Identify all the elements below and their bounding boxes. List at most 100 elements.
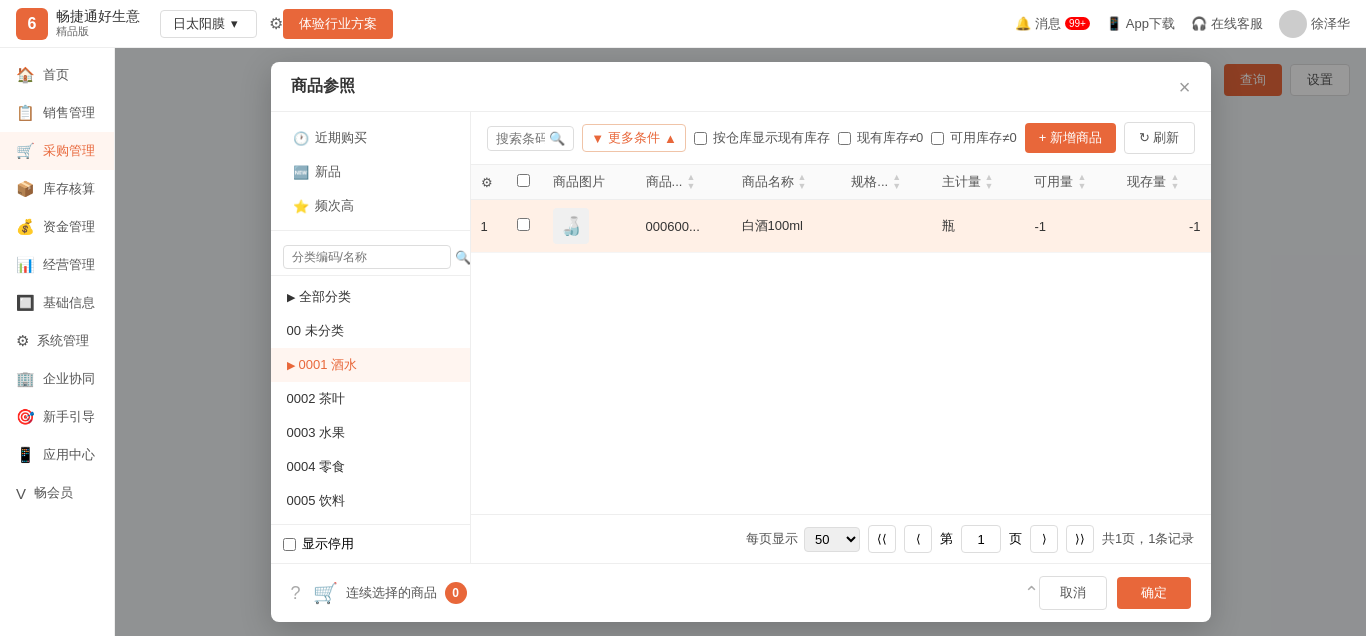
- th-name[interactable]: 商品名称 ▲▼: [732, 165, 842, 200]
- row-checkbox[interactable]: [517, 218, 530, 231]
- show-disabled-area: 显示停用: [271, 524, 470, 563]
- tab-new-label: 新品: [315, 163, 341, 181]
- category-search-input[interactable]: [283, 245, 451, 269]
- th-available[interactable]: 可用量 ▲▼: [1024, 165, 1117, 200]
- user-profile-nav-item[interactable]: 徐泽华: [1279, 10, 1350, 38]
- close-button[interactable]: ×: [1179, 77, 1191, 97]
- tab-frequent[interactable]: ⭐ 频次高: [283, 190, 458, 222]
- sidebar-item-basic-label: 基础信息: [43, 294, 95, 312]
- usable-not-zero-label: 可用库存≠0: [950, 129, 1016, 147]
- available-not-zero-label: 现有库存≠0: [857, 129, 923, 147]
- collapse-icon[interactable]: ⌃: [1024, 582, 1039, 604]
- show-disabled-checkbox[interactable]: [283, 538, 296, 551]
- row-checkbox-cell[interactable]: [507, 200, 543, 253]
- filter-label: 更多条件: [608, 129, 660, 147]
- cat-0003[interactable]: 0003 水果: [271, 416, 470, 450]
- th-code[interactable]: 商品... ▲▼: [636, 165, 732, 200]
- product-table: ⚙ 商品图片 商品... ▲▼: [471, 165, 1211, 253]
- left-divider: [271, 230, 470, 231]
- available-not-zero-filter[interactable]: 现有库存≠0: [838, 129, 923, 147]
- cat-all[interactable]: ▶ 全部分类: [271, 280, 470, 314]
- trial-button[interactable]: 体验行业方案: [283, 9, 393, 39]
- app-download-nav-item[interactable]: 📱 App下载: [1106, 15, 1175, 33]
- sort-arrows-name: ▲▼: [798, 173, 807, 191]
- cat-0002-label: 0002 茶叶: [287, 390, 346, 408]
- by-warehouse-checkbox[interactable]: [694, 132, 707, 145]
- th-unit[interactable]: 主计量 ▲▼: [932, 165, 1025, 200]
- settings-icon[interactable]: ⚙: [269, 14, 283, 33]
- cat-00[interactable]: 00 未分类: [271, 314, 470, 348]
- sidebar-item-finance-label: 资金管理: [43, 218, 95, 236]
- th-available-label: 可用量: [1034, 173, 1073, 191]
- sidebar-item-appcenter[interactable]: 📱 应用中心: [0, 436, 114, 474]
- th-spec[interactable]: 规格... ▲▼: [841, 165, 931, 200]
- by-warehouse-filter[interactable]: 按仓库显示现有库存: [694, 129, 830, 147]
- sidebar-item-inventory[interactable]: 📦 库存核算: [0, 170, 114, 208]
- category-search-icon[interactable]: 🔍: [455, 250, 471, 265]
- purchase-icon: 🛒: [16, 142, 35, 160]
- enterprise-icon: 🏢: [16, 370, 35, 388]
- modal-footer: ? 🛒 连续选择的商品 0 ⌃ 取消 确定: [271, 563, 1211, 622]
- refresh-button[interactable]: ↻ 刷新: [1124, 122, 1195, 154]
- sidebar-item-basic[interactable]: 🔲 基础信息: [0, 284, 114, 322]
- prev-page-button[interactable]: ⟨: [904, 525, 932, 553]
- th-spec-label: 规格...: [851, 173, 888, 191]
- product-search-icon[interactable]: 🔍: [549, 131, 565, 146]
- cat-0001-label: 0001 酒水: [299, 356, 358, 374]
- per-page-select[interactable]: 10 20 50 100: [804, 527, 860, 552]
- tab-recent[interactable]: 🕐 近期购买: [283, 122, 458, 154]
- select-all-checkbox[interactable]: [517, 174, 530, 187]
- branch-label: 日太阳膜: [173, 15, 225, 33]
- confirm-button[interactable]: 确定: [1117, 577, 1191, 609]
- help-icon[interactable]: ?: [291, 583, 301, 604]
- next-page-button[interactable]: ⟩: [1030, 525, 1058, 553]
- sidebar-item-home[interactable]: 🏠 首页: [0, 56, 114, 94]
- appcenter-icon: 📱: [16, 446, 35, 464]
- more-filter-button[interactable]: ▼ 更多条件 ▲: [582, 124, 686, 152]
- cat-0003-label: 0003 水果: [287, 424, 346, 442]
- sidebar-item-guide[interactable]: 🎯 新手引导: [0, 398, 114, 436]
- chevron-down-icon: ▾: [231, 16, 238, 31]
- cat-0001[interactable]: ▶ 0001 酒水: [271, 348, 470, 382]
- th-stock[interactable]: 现存量 ▲▼: [1117, 165, 1210, 200]
- product-search-input[interactable]: [496, 131, 546, 146]
- page-input[interactable]: [961, 525, 1001, 553]
- available-not-zero-checkbox[interactable]: [838, 132, 851, 145]
- expand-icon: ▶: [287, 291, 295, 304]
- sidebar-item-sales[interactable]: 📋 销售管理: [0, 94, 114, 132]
- table-row[interactable]: 1 🍶 000600... 白酒100ml 瓶: [471, 200, 1211, 253]
- row-name-cell: 白酒100ml: [732, 200, 842, 253]
- tab-recent-label: 近期购买: [315, 129, 367, 147]
- pagination-bar: 每页显示 10 20 50 100 ⟨⟨ ⟨ 第: [471, 514, 1211, 563]
- sidebar-item-system[interactable]: ⚙ 系统管理: [0, 322, 114, 360]
- sidebar-item-member[interactable]: V 畅会员: [0, 474, 114, 512]
- cart-count: 0: [445, 582, 467, 604]
- messages-nav-item[interactable]: 🔔 消息 99+: [1015, 15, 1090, 33]
- th-image: 商品图片: [543, 165, 636, 200]
- table-header-row: ⚙ 商品图片 商品... ▲▼: [471, 165, 1211, 200]
- cancel-button[interactable]: 取消: [1039, 576, 1107, 610]
- category-list: ▶ 全部分类 00 未分类 ▶ 0001 酒水 0002 茶: [271, 276, 470, 524]
- add-product-button[interactable]: + 新增商品: [1025, 123, 1116, 153]
- cat-0002[interactable]: 0002 茶叶: [271, 382, 470, 416]
- cat-0004[interactable]: 0004 零食: [271, 450, 470, 484]
- logo-icon: 6: [16, 8, 48, 40]
- usable-not-zero-checkbox[interactable]: [931, 132, 944, 145]
- th-settings[interactable]: ⚙: [471, 165, 507, 200]
- online-service-nav-item[interactable]: 🎧 在线客服: [1191, 15, 1263, 33]
- cat-0005[interactable]: 0005 饮料: [271, 484, 470, 518]
- sidebar-item-purchase-label: 采购管理: [43, 142, 95, 160]
- sidebar-item-purchase[interactable]: 🛒 采购管理: [0, 132, 114, 170]
- usable-not-zero-filter[interactable]: 可用库存≠0: [931, 129, 1016, 147]
- sidebar-item-operations[interactable]: 📊 经营管理: [0, 246, 114, 284]
- avatar: [1279, 10, 1307, 38]
- th-checkbox[interactable]: [507, 165, 543, 200]
- branch-dropdown[interactable]: 日太阳膜 ▾: [160, 10, 257, 38]
- sidebar-item-enterprise[interactable]: 🏢 企业协同: [0, 360, 114, 398]
- th-name-label: 商品名称: [742, 173, 794, 191]
- first-page-button[interactable]: ⟨⟨: [868, 525, 896, 553]
- sidebar-item-finance[interactable]: 💰 资金管理: [0, 208, 114, 246]
- tab-new[interactable]: 🆕 新品: [283, 156, 458, 188]
- last-page-button[interactable]: ⟩⟩: [1066, 525, 1094, 553]
- sort-arrows-code: ▲▼: [686, 173, 695, 191]
